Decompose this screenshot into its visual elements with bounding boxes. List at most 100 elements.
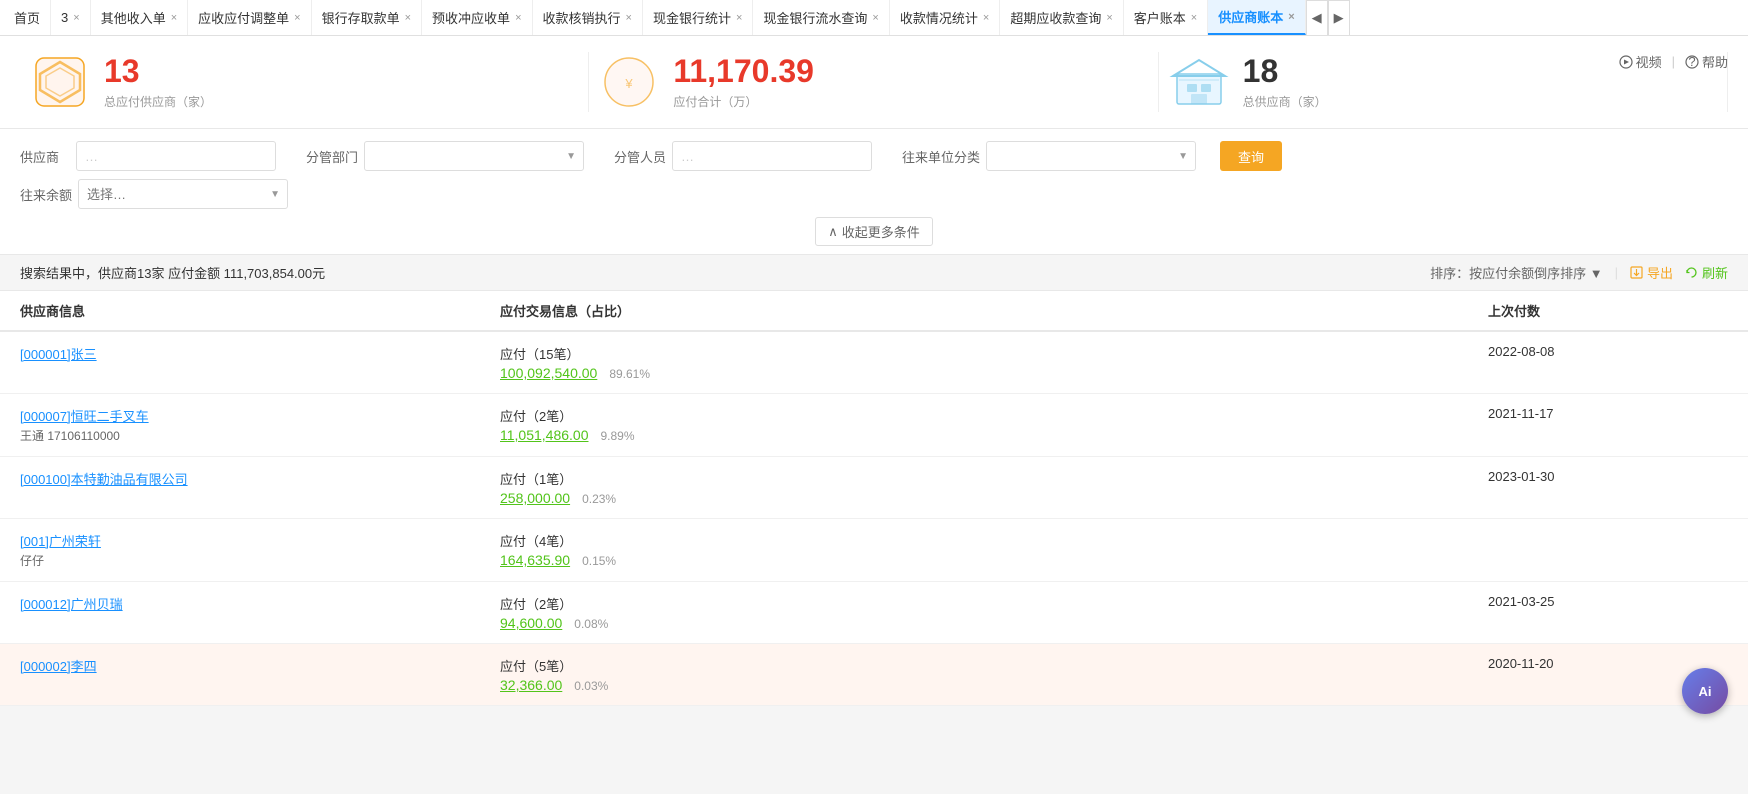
close-icon[interactable]: × — [872, 12, 878, 24]
nav-tab-3[interactable]: 3 × — [51, 0, 91, 35]
nav-tab-other-income[interactable]: 其他收入单 × — [91, 0, 188, 35]
nav-bar: 首页 3 × 其他收入单 × 应收应付调整单 × 银行存取款单 × 预收冲应收单… — [0, 0, 1748, 36]
col-last-pay: 上次付数 — [1488, 301, 1728, 320]
supplier-link[interactable]: [000007]恒旺二手叉车 — [20, 409, 149, 424]
balance-select[interactable] — [78, 179, 288, 209]
close-icon[interactable]: × — [1106, 12, 1112, 24]
nav-next-button[interactable]: ▶ — [1328, 0, 1350, 36]
tx-amount[interactable]: 11,051,486.00 — [500, 427, 589, 443]
supplier-sub: 王通 17106110000 — [20, 427, 500, 444]
person-filter-label: 分管人员 — [614, 147, 666, 166]
nav-tab-collect-execute[interactable]: 收款核销执行 × — [533, 0, 643, 35]
filter-section: 供应商 分管部门 ▼ 分管人员 往来单位分类 ▼ 查询 — [0, 129, 1748, 255]
tx-percent: 0.23% — [582, 492, 616, 506]
summary-card-amount: ¥ 11,170.39 应付合计（万） — [589, 52, 1158, 112]
balance-filter-label: 往来余额 — [20, 185, 72, 204]
supplier-link[interactable]: [000002]李四 — [20, 659, 97, 674]
refresh-button[interactable]: 刷新 — [1685, 263, 1728, 282]
nav-tab-adjustment[interactable]: 应收应付调整单 × — [188, 0, 311, 35]
dept-filter-group: 分管部门 ▼ — [306, 141, 584, 171]
close-icon[interactable]: × — [1288, 11, 1294, 23]
table-row: [000001]张三 应付（15笔） 100,092,540.00 89.61%… — [0, 332, 1748, 394]
last-pay-date: 2021-03-25 — [1488, 594, 1728, 609]
svg-text:¥: ¥ — [625, 76, 634, 91]
payable-supplier-label: 总应付供应商（家） — [104, 93, 212, 110]
last-pay-date: 2020-11-20 — [1488, 656, 1728, 671]
last-pay-date: 2021-11-17 — [1488, 406, 1728, 421]
tx-amount[interactable]: 94,600.00 — [500, 615, 562, 631]
nav-tab-overdue[interactable]: 超期应收款查询 × — [1000, 0, 1123, 35]
close-icon[interactable]: × — [983, 12, 989, 24]
person-input[interactable] — [672, 141, 872, 171]
nav-tab-bank[interactable]: 银行存取款单 × — [312, 0, 422, 35]
nav-tab-advance[interactable]: 预收冲应收单 × — [422, 0, 532, 35]
close-icon[interactable]: × — [515, 12, 521, 24]
export-button[interactable]: 导出 — [1630, 263, 1673, 282]
tx-label: 应付（5笔） — [500, 656, 1488, 675]
table-header: 供应商信息 应付交易信息（占比） 上次付数 — [0, 291, 1748, 332]
tx-percent: 9.89% — [601, 429, 635, 443]
nav-tab-cash-flow[interactable]: 现金银行流水查询 × — [753, 0, 889, 35]
dept-filter-label: 分管部门 — [306, 147, 358, 166]
close-icon[interactable]: × — [294, 12, 300, 24]
tx-label: 应付（4笔） — [500, 531, 1488, 550]
nav-tab-customer-book[interactable]: 客户账本 × — [1124, 0, 1208, 35]
close-icon[interactable]: × — [736, 12, 742, 24]
total-supplier-count: 18 — [1243, 54, 1327, 89]
col-tx-info: 应付交易信息（占比） — [500, 301, 1488, 320]
supplier-icon — [30, 52, 90, 112]
supplier-link[interactable]: [000012]广州贝瑞 — [20, 597, 123, 612]
category-select[interactable] — [986, 141, 1196, 171]
tx-label: 应付（1笔） — [500, 469, 1488, 488]
supplier-filter-label: 供应商 — [20, 147, 70, 166]
nav-prev-button[interactable]: ◀ — [1306, 0, 1328, 36]
category-filter-label: 往来单位分类 — [902, 147, 980, 166]
col-supplier-info: 供应商信息 — [20, 301, 500, 320]
nav-tab-supplier-book[interactable]: 供应商账本 × — [1208, 0, 1305, 35]
supplier-input[interactable] — [76, 141, 276, 171]
close-icon[interactable]: × — [73, 12, 79, 24]
tx-amount[interactable]: 258,000.00 — [500, 490, 570, 506]
svg-text:?: ? — [1688, 55, 1695, 69]
supplier-link[interactable]: [000100]本特勤油品有限公司 — [20, 472, 188, 487]
collapse-icon: ∧ — [828, 224, 838, 240]
filter-row-1: 供应商 分管部门 ▼ 分管人员 往来单位分类 ▼ 查询 — [20, 141, 1728, 171]
total-supplier-label: 总供应商（家） — [1243, 93, 1327, 110]
filter-row-2: 往来余额 ▼ — [20, 179, 1728, 209]
supplier-sub: 仔仔 — [20, 552, 500, 569]
result-actions: 排序：按应付余额倒序排序 ▼ | 导出 刷新 — [1430, 263, 1728, 282]
table-row: [000007]恒旺二手叉车 王通 17106110000 应付（2笔） 11,… — [0, 394, 1748, 457]
close-icon[interactable]: × — [405, 12, 411, 24]
tx-percent: 89.61% — [609, 367, 650, 381]
table-row: [000002]李四 应付（5笔） 32,366.00 0.03% 2020-1… — [0, 644, 1748, 706]
supplier-link[interactable]: [000001]张三 — [20, 347, 97, 362]
sort-dropdown-icon[interactable]: ▼ — [1590, 266, 1603, 281]
dept-select[interactable] — [364, 141, 584, 171]
amount-icon: ¥ — [599, 52, 659, 112]
tx-percent: 0.08% — [574, 617, 608, 631]
table-row: [000100]本特勤油品有限公司 应付（1笔） 258,000.00 0.23… — [0, 457, 1748, 519]
supplier-link[interactable]: [001]广州荣轩 — [20, 534, 101, 549]
query-button[interactable]: 查询 — [1220, 141, 1282, 171]
tx-amount[interactable]: 164,635.90 — [500, 552, 570, 568]
payable-supplier-count: 13 — [104, 54, 212, 89]
nav-home[interactable]: 首页 — [4, 0, 51, 35]
help-link[interactable]: ? 帮助 — [1685, 52, 1728, 71]
close-icon[interactable]: × — [1191, 12, 1197, 24]
payable-total-amount: 11,170.39 — [673, 54, 814, 89]
supplier-filter-group: 供应商 — [20, 141, 276, 171]
tx-percent: 0.03% — [574, 679, 608, 693]
tx-label: 应付（2笔） — [500, 594, 1488, 613]
nav-tab-cash-stats[interactable]: 现金银行统计 × — [643, 0, 753, 35]
close-icon[interactable]: × — [171, 12, 177, 24]
ai-assistant-button[interactable]: Ai — [1682, 668, 1728, 714]
table-row: [001]广州荣轩 仔仔 应付（4笔） 164,635.90 0.15% — [0, 519, 1748, 582]
top-actions: 视频 | ? 帮助 — [1619, 52, 1728, 71]
video-link[interactable]: 视频 — [1619, 52, 1662, 71]
tx-amount[interactable]: 32,366.00 — [500, 677, 562, 693]
tx-amount[interactable]: 100,092,540.00 — [500, 365, 597, 381]
nav-tab-collect-stats[interactable]: 收款情况统计 × — [890, 0, 1000, 35]
sort-label: 排序：按应付余额倒序排序 ▼ — [1430, 263, 1603, 282]
collapse-button[interactable]: ∧ 收起更多条件 — [815, 217, 933, 246]
close-icon[interactable]: × — [626, 12, 632, 24]
